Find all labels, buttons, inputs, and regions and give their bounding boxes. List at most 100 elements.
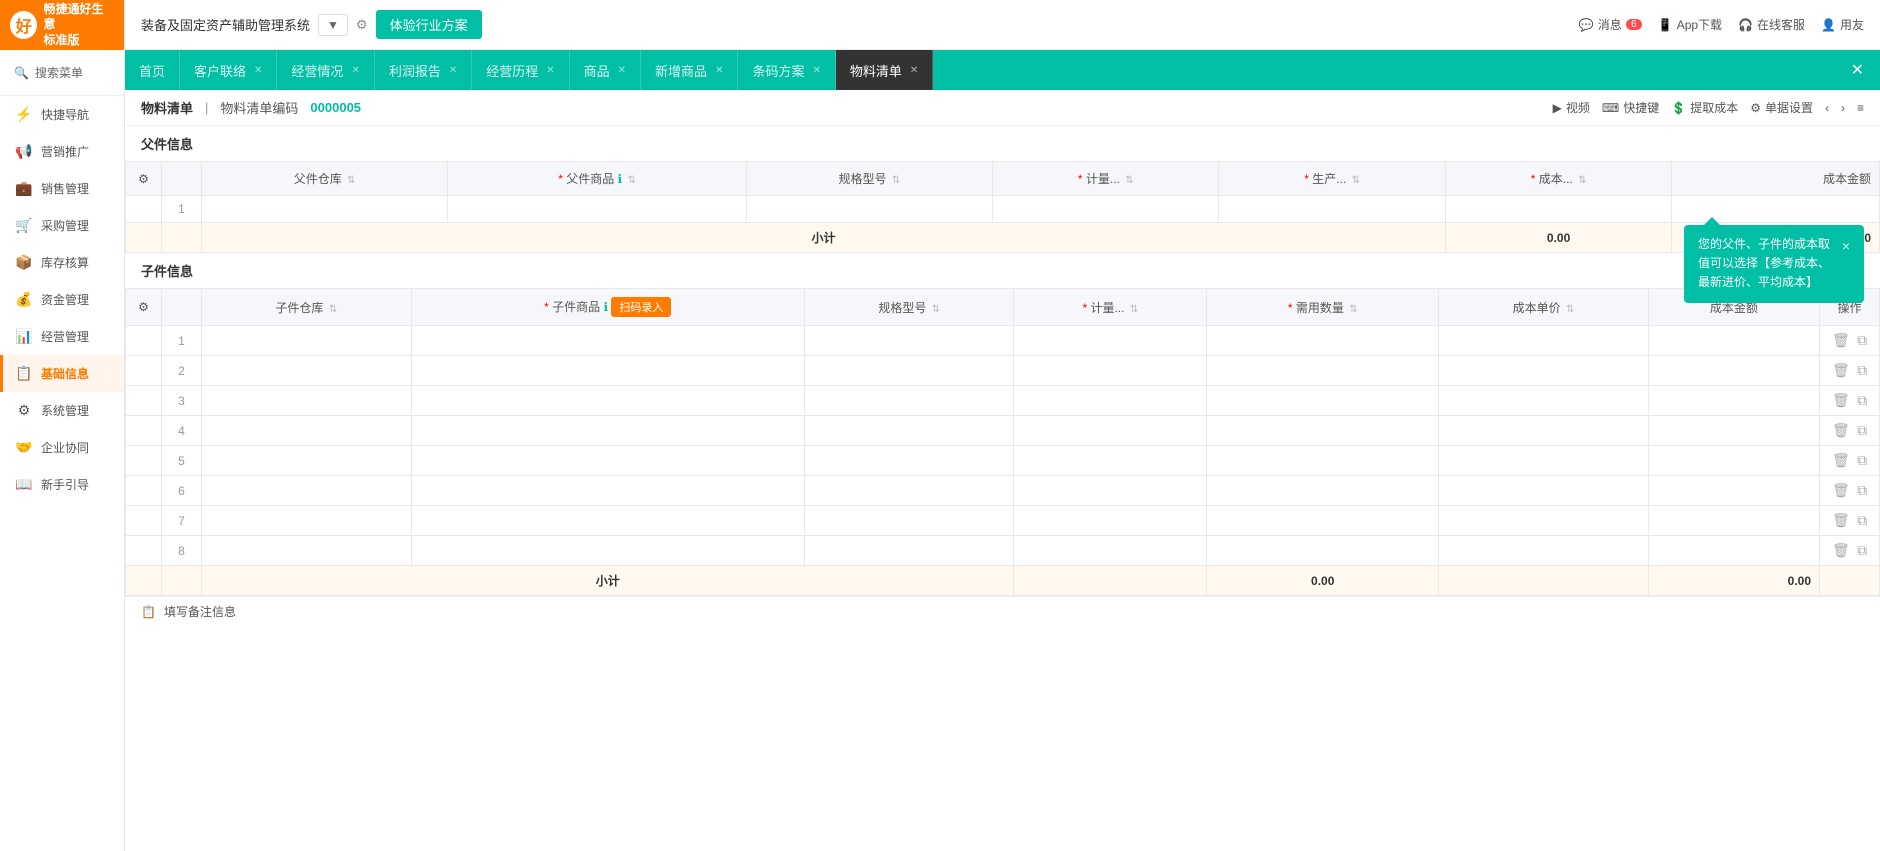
spec-sort[interactable]: ⇅ <box>892 175 900 186</box>
child-row6-spec[interactable] <box>804 476 1014 506</box>
child-row8-delete-icon[interactable]: 🗑 <box>1832 542 1850 558</box>
tab-home[interactable]: 首页 <box>125 50 180 90</box>
parent-product-info-icon[interactable]: ℹ <box>618 172 623 186</box>
child-row1-delete-icon[interactable]: 🗑 <box>1832 332 1850 348</box>
prev-page-button[interactable]: ‹ <box>1825 101 1829 115</box>
sidebar-item-inventory[interactable]: 📦 库存核算 <box>0 244 124 281</box>
sidebar-item-sales[interactable]: 💼 销售管理 <box>0 170 124 207</box>
child-row6-warehouse[interactable] <box>202 476 412 506</box>
user-menu[interactable]: 👤 用友 <box>1821 16 1864 33</box>
doc-settings-button[interactable]: ⚙ 单据设置 <box>1750 99 1813 116</box>
child-row7-delete-icon[interactable]: 🗑 <box>1832 512 1850 528</box>
app-download-button[interactable]: 📱 App下载 <box>1658 16 1722 33</box>
parent-row1-cost[interactable] <box>1445 196 1671 223</box>
child-row3-quantity[interactable] <box>1207 386 1439 416</box>
child-row2-quantity[interactable] <box>1207 356 1439 386</box>
child-row8-unit[interactable] <box>1014 536 1207 566</box>
sidebar-item-enterprise[interactable]: 🤝 企业协同 <box>0 429 124 466</box>
child-row1-product[interactable] <box>411 326 804 356</box>
child-row8-warehouse[interactable] <box>202 536 412 566</box>
child-row1-copy-icon[interactable]: ⧉ <box>1857 332 1867 348</box>
child-row8-product[interactable] <box>411 536 804 566</box>
child-row6-unit[interactable] <box>1014 476 1207 506</box>
child-row1-warehouse[interactable] <box>202 326 412 356</box>
tab-profit-close[interactable]: ✕ <box>449 65 457 76</box>
bottom-bar-text[interactable]: 填写备注信息 <box>164 603 236 620</box>
online-service-button[interactable]: 🎧 在线客服 <box>1738 16 1805 33</box>
tab-customers[interactable]: 客户联络 ✕ <box>180 50 277 90</box>
scan-input-button[interactable]: 扫码录入 <box>611 297 671 317</box>
warehouse-sort[interactable]: ⇅ <box>347 175 355 186</box>
sidebar-item-system[interactable]: ⚙ 系统管理 <box>0 392 124 429</box>
parent-row1-spec[interactable] <box>746 196 992 223</box>
view-video-button[interactable]: ▶ 视频 <box>1553 99 1590 116</box>
child-row6-delete-icon[interactable]: 🗑 <box>1832 482 1850 498</box>
child-warehouse-sort[interactable]: ⇅ <box>329 304 337 315</box>
child-row4-copy-icon[interactable]: ⧉ <box>1857 422 1867 438</box>
child-row3-copy-icon[interactable]: ⧉ <box>1857 392 1867 408</box>
tab-barcode[interactable]: 条码方案 ✕ <box>738 50 835 90</box>
parent-row1-warehouse[interactable] <box>202 196 448 223</box>
shortcut-button[interactable]: ⌨ 快捷键 <box>1602 99 1659 116</box>
child-row4-spec[interactable] <box>804 416 1014 446</box>
child-spec-sort[interactable]: ⇅ <box>932 304 940 315</box>
child-row7-product[interactable] <box>411 506 804 536</box>
child-row4-unit-cost[interactable] <box>1439 416 1649 446</box>
child-row2-delete-icon[interactable]: 🗑 <box>1832 362 1850 378</box>
child-row3-spec[interactable] <box>804 386 1014 416</box>
child-col-settings[interactable]: ⚙ <box>126 289 162 326</box>
child-row3-warehouse[interactable] <box>202 386 412 416</box>
child-row3-unit-cost[interactable] <box>1439 386 1649 416</box>
sidebar-item-guide[interactable]: 📖 新手引导 <box>0 466 124 503</box>
sidebar-item-operation[interactable]: 📊 经营管理 <box>0 318 124 355</box>
tab-operations[interactable]: 经营情况 ✕ <box>277 50 374 90</box>
settings-gear-icon[interactable]: ⚙ <box>356 17 368 33</box>
child-row8-unit-cost[interactable] <box>1439 536 1649 566</box>
tab-barcode-close[interactable]: ✕ <box>812 65 820 76</box>
child-row1-unit[interactable] <box>1014 326 1207 356</box>
child-row2-unit[interactable] <box>1014 356 1207 386</box>
tab-bom-close[interactable]: ✕ <box>910 65 918 76</box>
tab-bom[interactable]: 物料清单 ✕ <box>836 50 933 90</box>
child-row4-warehouse[interactable] <box>202 416 412 446</box>
child-row2-product[interactable] <box>411 356 804 386</box>
child-row7-copy-icon[interactable]: ⧉ <box>1857 512 1867 528</box>
child-row1-unit-cost[interactable] <box>1439 326 1649 356</box>
child-row2-spec[interactable] <box>804 356 1014 386</box>
sidebar-item-marketing[interactable]: 📢 营销推广 <box>0 133 124 170</box>
child-row1-quantity[interactable] <box>1207 326 1439 356</box>
child-row6-unit-cost[interactable] <box>1439 476 1649 506</box>
product-sort[interactable]: ⇅ <box>627 175 635 186</box>
child-row3-unit[interactable] <box>1014 386 1207 416</box>
child-row7-quantity[interactable] <box>1207 506 1439 536</box>
parent-col-settings[interactable]: ⚙ <box>126 162 162 196</box>
child-row2-unit-cost[interactable] <box>1439 356 1649 386</box>
child-row4-unit[interactable] <box>1014 416 1207 446</box>
child-row4-product[interactable] <box>411 416 804 446</box>
tab-new-product[interactable]: 新增商品 ✕ <box>641 50 738 90</box>
child-row5-warehouse[interactable] <box>202 446 412 476</box>
tab-new-product-close[interactable]: ✕ <box>715 65 723 76</box>
unit-sort[interactable]: ⇅ <box>1125 175 1133 186</box>
child-row5-unit-cost[interactable] <box>1439 446 1649 476</box>
child-row6-copy-icon[interactable]: ⧉ <box>1857 482 1867 498</box>
tooltip-close-button[interactable]: × <box>1842 235 1850 257</box>
child-row4-quantity[interactable] <box>1207 416 1439 446</box>
child-row7-warehouse[interactable] <box>202 506 412 536</box>
child-row4-delete-icon[interactable]: 🗑 <box>1832 422 1850 438</box>
next-page-button[interactable]: › <box>1841 101 1845 115</box>
tab-products[interactable]: 商品 ✕ <box>570 50 641 90</box>
child-row2-copy-icon[interactable]: ⧉ <box>1857 362 1867 378</box>
tab-process[interactable]: 经营历程 ✕ <box>472 50 569 90</box>
parent-row1-unit[interactable] <box>993 196 1219 223</box>
child-row5-product[interactable] <box>411 446 804 476</box>
child-row5-unit[interactable] <box>1014 446 1207 476</box>
child-row7-unit[interactable] <box>1014 506 1207 536</box>
settings-dropdown-btn[interactable]: ▼ <box>318 14 348 36</box>
extract-cost-button[interactable]: 💲 提取成本 <box>1671 99 1738 116</box>
child-row5-spec[interactable] <box>804 446 1014 476</box>
child-row6-quantity[interactable] <box>1207 476 1439 506</box>
child-unit-cost-sort[interactable]: ⇅ <box>1566 304 1574 315</box>
tab-customers-close[interactable]: ✕ <box>254 65 262 76</box>
sidebar-search[interactable]: 🔍 搜索菜单 <box>0 50 124 96</box>
